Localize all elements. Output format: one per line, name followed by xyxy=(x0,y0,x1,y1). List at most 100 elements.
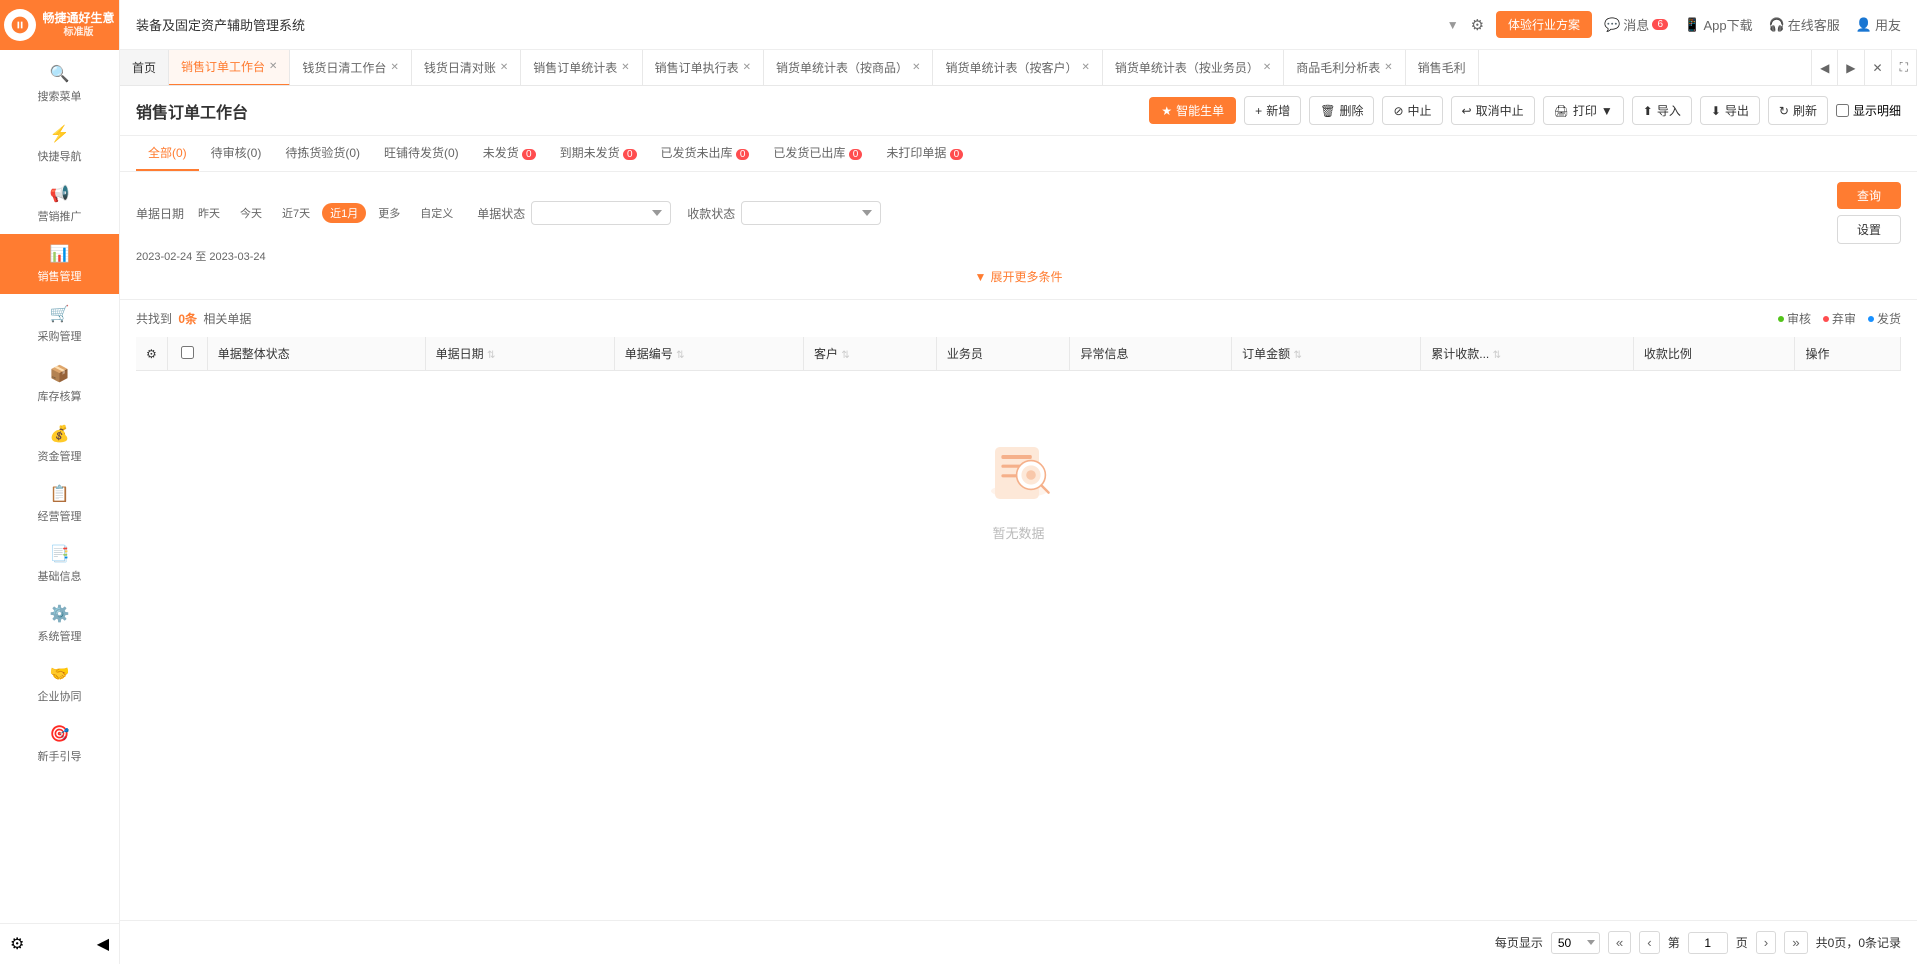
sub-tab-pending-review[interactable]: 待审核(0) xyxy=(199,136,274,171)
th-date[interactable]: 单据日期 ⇅ xyxy=(425,337,614,371)
add-btn[interactable]: + 新增 xyxy=(1244,96,1301,125)
sub-tab-pending-inspect[interactable]: 待拣货验货(0) xyxy=(273,136,372,171)
th-settings[interactable]: ⚙ xyxy=(136,337,167,371)
refresh-btn[interactable]: ↻ 刷新 xyxy=(1768,96,1828,125)
th-code[interactable]: 单据编号 ⇅ xyxy=(614,337,803,371)
sub-tab-shipped-out[interactable]: 已发货已出库 0 xyxy=(761,136,874,171)
import-btn[interactable]: ⬆ 导入 xyxy=(1632,96,1692,125)
tab-gross-profit[interactable]: 商品毛利分析表 ✕ xyxy=(1284,50,1405,86)
show-detail-label[interactable]: 显示明细 xyxy=(1836,102,1901,119)
message-btn[interactable]: 💬 消息 6 xyxy=(1604,15,1668,34)
sidebar-item-inventory[interactable]: 📦 库存核算 xyxy=(0,354,119,414)
sort-code-icon[interactable]: ⇅ xyxy=(676,350,684,361)
tab-cash-reconcile[interactable]: 钱货日清对账 ✕ xyxy=(412,50,521,86)
ship-action-btn[interactable]: 发货 xyxy=(1868,310,1901,327)
th-customer[interactable]: 客户 ⇅ xyxy=(803,337,936,371)
sidebar-item-marketing[interactable]: 📢 营销推广 xyxy=(0,174,119,234)
settings-icon[interactable]: ⚙ xyxy=(10,934,24,954)
review-action-btn[interactable]: 审核 xyxy=(1778,310,1811,327)
sort-customer-icon[interactable]: ⇅ xyxy=(841,350,849,361)
tab-sales-stat-staff[interactable]: 销货单统计表（按业务员） ✕ xyxy=(1103,50,1284,86)
sidebar-item-search[interactable]: 🔍 搜索菜单 xyxy=(0,54,119,114)
th-checkbox[interactable] xyxy=(167,337,207,371)
sidebar-item-quick-nav[interactable]: ⚡ 快捷导航 xyxy=(0,114,119,174)
cancel-stop-btn[interactable]: ↩ 取消中止 xyxy=(1451,96,1535,125)
payment-select[interactable] xyxy=(741,201,881,225)
th-amount[interactable]: 订单金额 ⇅ xyxy=(1232,337,1421,371)
app-download-btn[interactable]: 📱 App下载 xyxy=(1684,15,1752,34)
sidebar-item-guide[interactable]: 🎯 新手引导 xyxy=(0,714,119,774)
tab-close-sales-stat[interactable]: ✕ xyxy=(621,62,629,73)
date-btn-7days[interactable]: 近7天 xyxy=(274,203,318,223)
shipped-not-out-badge: 0 xyxy=(736,149,750,160)
tab-close-cash-daily[interactable]: ✕ xyxy=(390,62,398,73)
sidebar-item-operation[interactable]: 📋 经营管理 xyxy=(0,474,119,534)
date-btn-1month[interactable]: 近1月 xyxy=(322,203,366,223)
sort-collected-icon[interactable]: ⇅ xyxy=(1493,350,1501,361)
date-btn-yesterday[interactable]: 昨天 xyxy=(190,203,228,223)
select-all-checkbox[interactable] xyxy=(181,346,194,359)
sub-tab-shipped-not-out[interactable]: 已发货未出库 0 xyxy=(649,136,762,171)
tab-close-sales-workbench[interactable]: ✕ xyxy=(269,61,277,72)
print-btn[interactable]: 🖨 打印 ▼ xyxy=(1543,96,1624,125)
tab-sales-workbench[interactable]: 销售订单工作台 ✕ xyxy=(169,50,290,86)
date-btn-custom[interactable]: 自定义 xyxy=(412,203,461,223)
tab-close-all[interactable]: ✕ xyxy=(1865,50,1892,85)
sub-tab-not-printed[interactable]: 未打印单据 0 xyxy=(874,136,975,171)
prev-page-btn[interactable]: ‹ xyxy=(1639,931,1659,954)
sort-date-icon[interactable]: ⇅ xyxy=(487,350,495,361)
sidebar-item-sales[interactable]: 📊 销售管理 xyxy=(0,234,119,294)
status-select[interactable] xyxy=(531,201,671,225)
tab-scroll-right[interactable]: ▶ xyxy=(1838,50,1864,85)
tab-home[interactable]: 首页 xyxy=(120,50,169,86)
dropdown-arrow-icon[interactable]: ▼ xyxy=(1447,18,1459,32)
page-input[interactable] xyxy=(1688,932,1728,954)
expand-btn[interactable]: ▼ 展开更多条件 xyxy=(975,268,1063,285)
collapse-icon[interactable]: ◀ xyxy=(97,934,109,954)
tab-close-cash-reconcile[interactable]: ✕ xyxy=(500,62,508,73)
last-page-btn[interactable]: » xyxy=(1784,931,1807,954)
online-service-btn[interactable]: 🎧 在线客服 xyxy=(1769,15,1840,34)
unreviewed-action-btn[interactable]: 弃审 xyxy=(1823,310,1856,327)
export-btn[interactable]: ⬇ 导出 xyxy=(1700,96,1760,125)
query-btn[interactable]: 查询 xyxy=(1837,182,1901,209)
stop-btn[interactable]: ⊘ 中止 xyxy=(1382,96,1442,125)
tab-close-sales-exec[interactable]: ✕ xyxy=(743,62,751,73)
tab-close-sales-stat-staff[interactable]: ✕ xyxy=(1263,62,1271,73)
tab-sales-stat-product[interactable]: 销货单统计表（按商品） ✕ xyxy=(764,50,933,86)
date-btn-more[interactable]: 更多 xyxy=(370,203,408,223)
tab-cash-daily[interactable]: 钱货日清工作台 ✕ xyxy=(290,50,411,86)
sidebar-item-system[interactable]: ⚙️ 系统管理 xyxy=(0,594,119,654)
tab-fullscreen[interactable]: ⛶ xyxy=(1892,50,1917,85)
show-detail-checkbox[interactable] xyxy=(1836,104,1849,117)
sub-tab-wangpu[interactable]: 旺铺待发货(0) xyxy=(372,136,471,171)
solution-btn[interactable]: 体验行业方案 xyxy=(1496,11,1592,38)
date-btn-today[interactable]: 今天 xyxy=(232,203,270,223)
sort-amount-icon[interactable]: ⇅ xyxy=(1293,350,1301,361)
sub-tab-not-shipped[interactable]: 未发货 0 xyxy=(471,136,548,171)
sidebar-item-finance[interactable]: 💰 资金管理 xyxy=(0,414,119,474)
tab-close-sales-stat-customer[interactable]: ✕ xyxy=(1081,62,1089,73)
sidebar-item-purchase[interactable]: 🛒 采购管理 xyxy=(0,294,119,354)
first-page-btn[interactable]: « xyxy=(1608,931,1631,954)
review-dot xyxy=(1778,316,1784,322)
tab-close-gross-profit[interactable]: ✕ xyxy=(1384,62,1392,73)
smart-create-btn[interactable]: ★ 智能生单 xyxy=(1149,97,1236,124)
th-collected[interactable]: 累计收款... ⇅ xyxy=(1421,337,1634,371)
delete-btn[interactable]: 🗑 删除 xyxy=(1309,96,1374,125)
sub-tab-all[interactable]: 全部(0) xyxy=(136,136,199,171)
sidebar-item-enterprise[interactable]: 🤝 企业协同 xyxy=(0,654,119,714)
tab-close-sales-stat-product[interactable]: ✕ xyxy=(912,62,920,73)
set-btn[interactable]: 设置 xyxy=(1837,215,1901,244)
tab-sales-stat-customer[interactable]: 销货单统计表（按客户） ✕ xyxy=(933,50,1102,86)
per-page-select[interactable]: 50 10 20 100 xyxy=(1551,932,1600,954)
tab-sales-gross[interactable]: 销售毛利 xyxy=(1406,50,1479,86)
tab-sales-stat[interactable]: 销售订单统计表 ✕ xyxy=(521,50,642,86)
tab-sales-exec[interactable]: 销售订单执行表 ✕ xyxy=(643,50,764,86)
user-btn[interactable]: 👤 用友 xyxy=(1856,15,1901,34)
sub-tab-expired[interactable]: 到期未发货 0 xyxy=(548,136,649,171)
sidebar-item-basic[interactable]: 📑 基础信息 xyxy=(0,534,119,594)
tab-scroll-left[interactable]: ◀ xyxy=(1812,50,1838,85)
next-page-btn[interactable]: › xyxy=(1756,931,1776,954)
settings-icon[interactable]: ⚙ xyxy=(1471,16,1484,34)
